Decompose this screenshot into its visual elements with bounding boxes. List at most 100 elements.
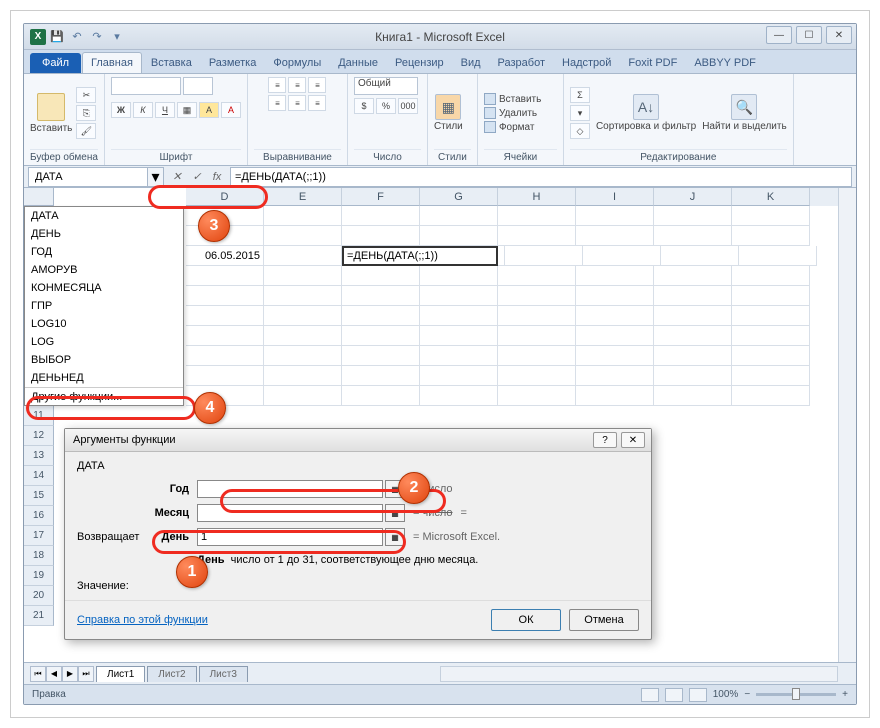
name-box-dropdown[interactable]: ▾: [148, 167, 164, 187]
format-cells-button[interactable]: Формат: [484, 121, 541, 133]
italic-button[interactable]: К: [133, 102, 153, 118]
accept-formula-icon[interactable]: ✓: [188, 168, 206, 186]
col-header[interactable]: E: [264, 188, 342, 206]
sheet-tab-1[interactable]: Лист1: [96, 666, 145, 682]
zoom-in-button[interactable]: +: [842, 689, 848, 700]
sheet-nav-prev[interactable]: ◀: [46, 666, 62, 682]
undo-icon[interactable]: ↶: [68, 28, 86, 46]
fn-item[interactable]: АМОРУВ: [25, 261, 183, 279]
align-right-icon[interactable]: ≡: [308, 95, 326, 111]
arg-year-input[interactable]: [197, 480, 383, 498]
dialog-titlebar[interactable]: Аргументы функции ? ✕: [65, 429, 651, 452]
size-select[interactable]: [183, 77, 213, 95]
col-header[interactable]: F: [342, 188, 420, 206]
find-select-button[interactable]: 🔍Найти и выделить: [702, 94, 786, 132]
arg-month-input[interactable]: [197, 504, 383, 522]
sheet-nav-last[interactable]: ⏭: [78, 666, 94, 682]
paste-button[interactable]: Вставить: [30, 93, 72, 134]
dialog-cancel-button[interactable]: Отмена: [569, 609, 639, 631]
tab-insert[interactable]: Вставка: [143, 53, 200, 73]
col-header[interactable]: I: [576, 188, 654, 206]
fill-button[interactable]: ▾: [570, 105, 590, 121]
zoom-slider[interactable]: [756, 693, 836, 696]
redo-icon[interactable]: ↷: [88, 28, 106, 46]
sheet-nav-next[interactable]: ▶: [62, 666, 78, 682]
tab-addins[interactable]: Надстрой: [554, 53, 619, 73]
styles-button[interactable]: ▦Стили: [434, 94, 463, 132]
copy-icon[interactable]: ⎘: [76, 105, 96, 121]
tab-foxit[interactable]: Foxit PDF: [620, 53, 685, 73]
col-header[interactable]: D: [186, 188, 264, 206]
dialog-close-button[interactable]: ✕: [621, 432, 645, 448]
underline-button[interactable]: Ч: [155, 102, 175, 118]
format-painter-icon[interactable]: 🖌: [76, 123, 96, 139]
row-header[interactable]: 14: [24, 466, 54, 486]
insert-cells-button[interactable]: Вставить: [484, 93, 541, 105]
dialog-help-link[interactable]: Справка по этой функции: [77, 614, 483, 626]
row-header[interactable]: 17: [24, 526, 54, 546]
font-color-button[interactable]: A: [221, 102, 241, 118]
tab-layout[interactable]: Разметка: [201, 53, 265, 73]
tab-formulas[interactable]: Формулы: [265, 53, 329, 73]
save-icon[interactable]: 💾: [48, 28, 66, 46]
sort-filter-button[interactable]: A↓Сортировка и фильтр: [596, 94, 696, 132]
tab-review[interactable]: Рецензир: [387, 53, 452, 73]
comma-icon[interactable]: 000: [398, 98, 418, 114]
zoom-out-button[interactable]: −: [744, 689, 750, 700]
fn-item[interactable]: ДЕНЬНЕД: [25, 369, 183, 387]
maximize-button[interactable]: ☐: [796, 26, 822, 44]
select-all-cell[interactable]: [24, 188, 54, 206]
tab-abbyy[interactable]: ABBYY PDF: [686, 53, 764, 73]
row-header[interactable]: 20: [24, 586, 54, 606]
view-normal-icon[interactable]: [641, 688, 659, 702]
fn-item[interactable]: LOG: [25, 333, 183, 351]
cut-icon[interactable]: ✂: [76, 87, 96, 103]
fn-item[interactable]: ГПР: [25, 297, 183, 315]
row-header[interactable]: 16: [24, 506, 54, 526]
currency-icon[interactable]: $: [354, 98, 374, 114]
row-header[interactable]: 15: [24, 486, 54, 506]
active-cell-f3[interactable]: =ДЕНЬ(ДАТА(;;1)): [342, 246, 498, 266]
fill-color-button[interactable]: A: [199, 102, 219, 118]
sheet-nav-first[interactable]: ⏮: [30, 666, 46, 682]
fx-button[interactable]: fx: [208, 168, 226, 186]
fn-item[interactable]: ВЫБОР: [25, 351, 183, 369]
close-button[interactable]: ✕: [826, 26, 852, 44]
percent-icon[interactable]: %: [376, 98, 396, 114]
col-header[interactable]: H: [498, 188, 576, 206]
row-header[interactable]: 12: [24, 426, 54, 446]
font-select[interactable]: [111, 77, 181, 95]
minimize-button[interactable]: —: [766, 26, 792, 44]
vertical-scrollbar[interactable]: [838, 188, 856, 662]
row-header[interactable]: 21: [24, 606, 54, 626]
align-mid-icon[interactable]: ≡: [288, 77, 306, 93]
qat-dropdown-icon[interactable]: ▾: [108, 28, 126, 46]
autosum-button[interactable]: Σ: [570, 87, 590, 103]
row-header[interactable]: 18: [24, 546, 54, 566]
view-break-icon[interactable]: [689, 688, 707, 702]
sheet-tab-3[interactable]: Лист3: [199, 666, 248, 682]
align-left-icon[interactable]: ≡: [268, 95, 286, 111]
fn-item[interactable]: LOG10: [25, 315, 183, 333]
bold-button[interactable]: Ж: [111, 102, 131, 118]
arg-month-picker[interactable]: ▦: [385, 504, 405, 522]
fn-item[interactable]: ДЕНЬ: [25, 225, 183, 243]
formula-input[interactable]: =ДЕНЬ(ДАТА(;;1)): [230, 167, 852, 187]
arg-day-picker[interactable]: ▦: [385, 528, 405, 546]
border-button[interactable]: ▦: [177, 102, 197, 118]
tab-home[interactable]: Главная: [82, 52, 142, 73]
file-tab[interactable]: Файл: [30, 53, 81, 73]
fn-item[interactable]: КОНМЕСЯЦА: [25, 279, 183, 297]
col-header[interactable]: G: [420, 188, 498, 206]
row-header[interactable]: 13: [24, 446, 54, 466]
row-header[interactable]: 11: [24, 406, 54, 426]
fn-item[interactable]: ГОД: [25, 243, 183, 261]
horizontal-scrollbar[interactable]: [440, 666, 838, 682]
fn-item-more[interactable]: Другие функции...: [25, 387, 183, 405]
tab-developer[interactable]: Разработ: [490, 53, 553, 73]
delete-cells-button[interactable]: Удалить: [484, 107, 541, 119]
tab-data[interactable]: Данные: [330, 53, 386, 73]
name-box[interactable]: ДАТА: [28, 167, 148, 187]
col-header[interactable]: J: [654, 188, 732, 206]
tab-view[interactable]: Вид: [453, 53, 489, 73]
